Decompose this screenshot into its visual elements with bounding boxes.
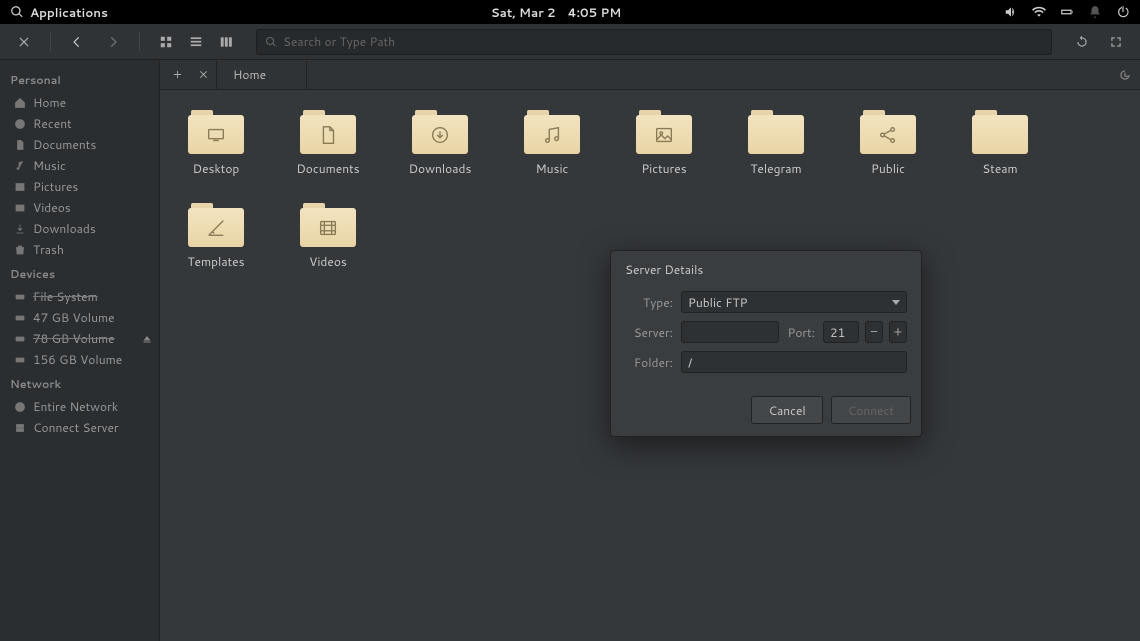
- sidebar-item-label: Downloads: [33, 220, 96, 237]
- port-input[interactable]: [823, 321, 859, 343]
- sidebar-item-label: Connect Server: [33, 419, 119, 436]
- location-bar[interactable]: Search or Type Path: [256, 29, 1052, 55]
- wifi-icon[interactable]: [1032, 5, 1046, 19]
- close-button[interactable]: [10, 28, 38, 56]
- app-toolbar: Search or Type Path: [0, 24, 1140, 60]
- drive-icon: [14, 354, 26, 366]
- applications-menu[interactable]: Applications: [10, 4, 108, 21]
- port-increment[interactable]: +: [889, 321, 907, 343]
- forward-button[interactable]: [99, 28, 127, 56]
- download-icon: [14, 223, 26, 235]
- sidebar-item[interactable]: 78 GB Volume: [0, 328, 159, 349]
- sidebar-item-label: 78 GB Volume: [33, 330, 115, 347]
- volume-icon[interactable]: [1004, 5, 1018, 19]
- type-label: Type:: [625, 294, 673, 311]
- trash-icon: [14, 244, 26, 256]
- dialog-title: Server Details: [611, 251, 921, 286]
- drive-icon: [14, 312, 26, 324]
- picture-icon: [14, 181, 26, 193]
- location-placeholder: Search or Type Path: [283, 33, 395, 50]
- eject-icon[interactable]: [141, 333, 153, 345]
- folder-label: Folder:: [625, 354, 673, 371]
- sidebar-item-label: Pictures: [33, 178, 78, 195]
- sidebar-item[interactable]: Recent: [0, 113, 159, 134]
- sidebar-item[interactable]: Music: [0, 155, 159, 176]
- server-input[interactable]: [681, 321, 779, 343]
- connect-button[interactable]: Connect: [831, 396, 911, 424]
- music-icon: [14, 160, 26, 172]
- sidebar: Personal Home Recent Documents Music Pic…: [0, 60, 160, 641]
- drive-icon: [14, 333, 26, 345]
- globe-icon: [14, 401, 26, 413]
- time-label: 4:05 PM: [568, 4, 622, 21]
- sidebar-item[interactable]: Trash: [0, 239, 159, 260]
- sidebar-header-personal: Personal: [0, 66, 159, 92]
- doc-icon: [14, 139, 26, 151]
- back-button[interactable]: [63, 28, 91, 56]
- server-label: Server:: [625, 324, 673, 341]
- sidebar-item[interactable]: Pictures: [0, 176, 159, 197]
- sidebar-item-label: Recent: [33, 115, 72, 132]
- sidebar-item-label: Videos: [33, 199, 71, 216]
- sidebar-header-devices: Devices: [0, 260, 159, 286]
- sidebar-item[interactable]: Documents: [0, 134, 159, 155]
- search-icon: [10, 5, 24, 19]
- view-switcher: [152, 28, 240, 56]
- clock-icon: [14, 118, 26, 130]
- chevron-down-icon: [892, 300, 900, 305]
- sidebar-item-label: Home: [33, 94, 66, 111]
- sidebar-item[interactable]: Entire Network: [0, 396, 159, 417]
- drive-icon: [14, 291, 26, 303]
- home-icon: [14, 97, 26, 109]
- view-columns-button[interactable]: [212, 28, 240, 56]
- sidebar-header-network: Network: [0, 370, 159, 396]
- content-area: Home Desktop Documents Downloads Music P…: [160, 60, 1140, 641]
- date-label: Sat, Mar 2: [491, 4, 556, 21]
- sidebar-item-label: 156 GB Volume: [33, 351, 122, 368]
- sidebar-item-label: Music: [33, 157, 66, 174]
- type-select[interactable]: Public FTP: [681, 291, 907, 313]
- view-list-button[interactable]: [182, 28, 210, 56]
- sidebar-item-label: Documents: [33, 136, 96, 153]
- sidebar-item-label: Trash: [33, 241, 64, 258]
- sidebar-item[interactable]: 47 GB Volume: [0, 307, 159, 328]
- sidebar-item-label: File System: [33, 288, 98, 305]
- sidebar-item[interactable]: Videos: [0, 197, 159, 218]
- sidebar-item[interactable]: Connect Server: [0, 417, 159, 438]
- sidebar-item[interactable]: Downloads: [0, 218, 159, 239]
- sidebar-item-label: 47 GB Volume: [33, 309, 115, 326]
- clock[interactable]: Sat, Mar 2 4:05 PM: [491, 4, 622, 21]
- search-icon: [265, 36, 277, 48]
- power-icon[interactable]: [1116, 5, 1130, 19]
- refresh-button[interactable]: [1068, 28, 1096, 56]
- server-details-dialog: Server Details Type: Public FTP Server: …: [610, 250, 922, 437]
- sidebar-item[interactable]: 156 GB Volume: [0, 349, 159, 370]
- system-top-panel: Applications Sat, Mar 2 4:05 PM: [0, 0, 1140, 24]
- folder-input[interactable]: [681, 351, 907, 373]
- video-icon: [14, 202, 26, 214]
- server-icon: [14, 422, 26, 434]
- notifications-icon[interactable]: [1088, 5, 1102, 19]
- cancel-button[interactable]: Cancel: [751, 396, 822, 424]
- battery-icon[interactable]: [1060, 5, 1074, 19]
- sidebar-item-label: Entire Network: [33, 398, 118, 415]
- applications-label: Applications: [30, 4, 108, 21]
- type-value: Public FTP: [688, 294, 747, 311]
- port-decrement[interactable]: −: [865, 321, 883, 343]
- sidebar-item[interactable]: File System: [0, 286, 159, 307]
- maximize-button[interactable]: [1102, 28, 1130, 56]
- port-label: Port:: [787, 324, 815, 341]
- view-grid-button[interactable]: [152, 28, 180, 56]
- sidebar-item[interactable]: Home: [0, 92, 159, 113]
